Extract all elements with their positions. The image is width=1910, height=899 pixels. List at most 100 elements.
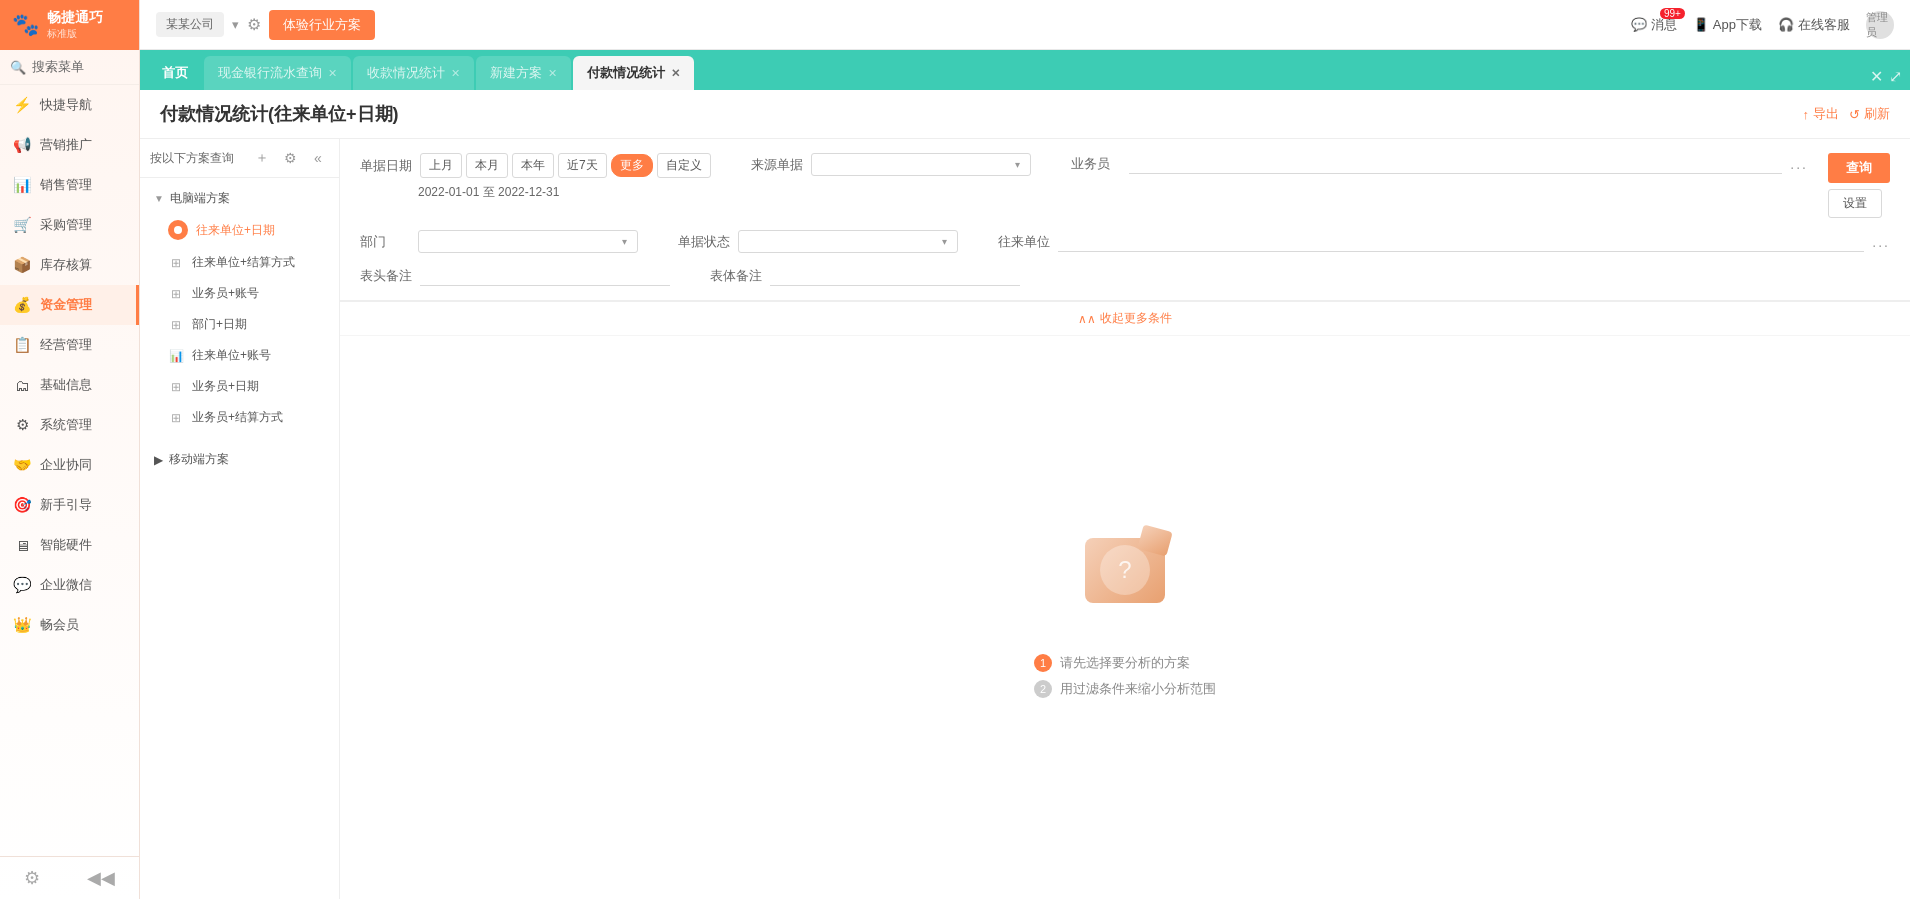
export-label: 导出 xyxy=(1813,105,1839,123)
pc-scheme-title[interactable]: ▼ 电脑端方案 xyxy=(140,184,339,213)
app-download-label: App下载 xyxy=(1713,16,1762,34)
sidebar-item-inventory[interactable]: 📦 库存核算 xyxy=(0,245,139,285)
scheme-item-unit-account-label: 往来单位+账号 xyxy=(192,347,271,364)
unit-input[interactable] xyxy=(1058,231,1864,252)
sidebar-item-operations[interactable]: 📋 经营管理 xyxy=(0,325,139,365)
unit-filter-label: 往来单位 xyxy=(998,233,1050,251)
sidebar-item-wechat[interactable]: 💬 企业微信 xyxy=(0,565,139,605)
sidebar-item-enterprise[interactable]: 🤝 企业协同 xyxy=(0,445,139,485)
tab-home-label: 首页 xyxy=(162,64,188,82)
sidebar-item-guide[interactable]: 🎯 新手引导 xyxy=(0,485,139,525)
left-panel: 按以下方案查询 ＋ ⚙ « ▼ 电脑端方案 往来单位+日期 xyxy=(140,139,340,899)
sidebar-item-system-label: 系统管理 xyxy=(40,416,92,434)
export-icon: ↑ xyxy=(1803,107,1810,122)
online-service-action[interactable]: 🎧 在线客服 xyxy=(1778,16,1850,34)
tab-payment-stats-close[interactable]: ✕ xyxy=(671,67,680,80)
body-note-input[interactable] xyxy=(770,265,1020,286)
source-select[interactable]: ▾ xyxy=(811,153,1031,176)
guide-icon: 🎯 xyxy=(12,495,32,515)
refresh-btn[interactable]: ↺ 刷新 xyxy=(1849,105,1890,123)
scheme-item-staff-settlement[interactable]: ⊞ 业务员+结算方式 xyxy=(140,402,339,433)
tab-home[interactable]: 首页 xyxy=(148,56,202,90)
user-avatar[interactable]: 管理员 xyxy=(1866,11,1894,39)
sidebar-item-hardware-label: 智能硬件 xyxy=(40,536,92,554)
scheme-item-dept-date[interactable]: ⊞ 部门+日期 xyxy=(140,309,339,340)
tabs-bar: 首页 现金银行流水查询 ✕ 收款情况统计 ✕ 新建方案 ✕ 付款情况统计 ✕ ✕… xyxy=(140,50,1910,90)
collapse-panel-btn[interactable]: « xyxy=(307,147,329,169)
sidebar-item-vip[interactable]: 👑 畅会员 xyxy=(0,605,139,645)
tab-collection-stats-close[interactable]: ✕ xyxy=(451,67,460,80)
scheme-item-staff-account[interactable]: ⊞ 业务员+账号 xyxy=(140,278,339,309)
doc-status-select-arrow: ▾ xyxy=(942,236,947,247)
message-action[interactable]: 💬 消息 99+ xyxy=(1631,16,1677,34)
dept-filter-label: 部门 xyxy=(360,233,410,251)
empty-illustration: ? xyxy=(1065,538,1185,638)
dept-select[interactable]: ▾ xyxy=(418,230,638,253)
inventory-icon: 📦 xyxy=(12,255,32,275)
sidebar-item-marketing[interactable]: 📢 营销推广 xyxy=(0,125,139,165)
export-btn[interactable]: ↑ 导出 xyxy=(1803,105,1840,123)
tab-payment-stats[interactable]: 付款情况统计 ✕ xyxy=(573,56,694,90)
scheme-item-staff-account-label: 业务员+账号 xyxy=(192,285,259,302)
date-btn-this-month[interactable]: 本月 xyxy=(466,153,508,178)
trial-btn[interactable]: 体验行业方案 xyxy=(269,10,375,40)
scheme-item-staff-date[interactable]: ⊞ 业务员+日期 xyxy=(140,371,339,402)
scheme-item-unit-account[interactable]: 📊 往来单位+账号 xyxy=(140,340,339,371)
collapse-bar[interactable]: ∧∧ 收起更多条件 xyxy=(340,301,1910,335)
scheme-settings-btn[interactable]: ⚙ xyxy=(279,147,301,169)
mobile-section-arrow: ▶ xyxy=(154,453,163,467)
date-btn-last-month[interactable]: 上月 xyxy=(420,153,462,178)
header-settings-icon[interactable]: ⚙ xyxy=(247,15,261,34)
sidebar-item-enterprise-label: 企业协同 xyxy=(40,456,92,474)
sidebar-item-sales-label: 销售管理 xyxy=(40,176,92,194)
tab-cash-flow-close[interactable]: ✕ xyxy=(328,67,337,80)
doc-status-filter-label: 单据状态 xyxy=(678,233,730,251)
sidebar-item-purchase[interactable]: 🛒 采购管理 xyxy=(0,205,139,245)
tab-collection-stats-label: 收款情况统计 xyxy=(367,64,445,82)
sidebar-item-quick-nav-label: 快捷导航 xyxy=(40,96,92,114)
settings-bottom-icon[interactable]: ⚙ xyxy=(24,867,40,889)
dept-select-arrow: ▾ xyxy=(622,236,627,247)
search-menu[interactable]: 🔍 搜索菜单 xyxy=(0,50,139,85)
empty-tip-2-text: 用过滤条件来缩小分析范围 xyxy=(1060,680,1216,698)
app-download-action[interactable]: 📱 App下载 xyxy=(1693,16,1762,34)
sidebar-item-finance[interactable]: 💰 资金管理 xyxy=(0,285,139,325)
tab-new-scheme[interactable]: 新建方案 ✕ xyxy=(476,56,571,90)
scheme-item-unit-date[interactable]: 往来单位+日期 xyxy=(140,213,339,247)
header-note-input[interactable] xyxy=(420,265,670,286)
vip-icon: 👑 xyxy=(12,615,32,635)
sidebar-item-base-info[interactable]: 🗂 基础信息 xyxy=(0,365,139,405)
table-icon-3: ⊞ xyxy=(168,317,184,333)
empty-tips: 1 请先选择要分析的方案 2 用过滤条件来缩小分析范围 xyxy=(1034,654,1216,698)
mobile-scheme-title[interactable]: ▶ 移动端方案 xyxy=(140,445,339,474)
hardware-icon: 🖥 xyxy=(12,535,32,555)
tab-new-scheme-close[interactable]: ✕ xyxy=(548,67,557,80)
company-name[interactable]: 某某公司 xyxy=(156,12,224,37)
date-btn-this-year[interactable]: 本年 xyxy=(512,153,554,178)
doc-status-select[interactable]: ▾ xyxy=(738,230,958,253)
company-dropdown-arrow[interactable]: ▾ xyxy=(232,17,239,32)
main-area: 某某公司 ▾ ⚙ 体验行业方案 💬 消息 99+ 📱 App下载 🎧 在线客服 … xyxy=(140,0,1910,899)
date-btn-last-7[interactable]: 近7天 xyxy=(558,153,607,178)
tab-collection-stats[interactable]: 收款情况统计 ✕ xyxy=(353,56,474,90)
close-all-tabs-btn[interactable]: ✕ xyxy=(1870,67,1883,86)
sidebar-item-sales[interactable]: 📊 销售管理 xyxy=(0,165,139,205)
sidebar-item-guide-label: 新手引导 xyxy=(40,496,92,514)
empty-tip-2: 2 用过滤条件来缩小分析范围 xyxy=(1034,680,1216,698)
staff-input[interactable] xyxy=(1129,153,1783,174)
staff-filter-dots[interactable]: ... xyxy=(1790,156,1808,172)
date-btn-more[interactable]: 更多 xyxy=(611,154,653,177)
query-btn[interactable]: 查询 xyxy=(1828,153,1890,183)
unit-filter-dots[interactable]: ... xyxy=(1872,234,1890,250)
tab-cash-flow[interactable]: 现金银行流水查询 ✕ xyxy=(204,56,351,90)
date-btn-custom[interactable]: 自定义 xyxy=(657,153,711,178)
add-scheme-btn[interactable]: ＋ xyxy=(251,147,273,169)
maximize-btn[interactable]: ⤢ xyxy=(1889,67,1902,86)
sidebar-item-system[interactable]: ⚙ 系统管理 xyxy=(0,405,139,445)
sidebar-item-hardware[interactable]: 🖥 智能硬件 xyxy=(0,525,139,565)
settings-filter-btn[interactable]: 设置 xyxy=(1828,189,1882,218)
date-filter-label: 单据日期 xyxy=(360,157,412,175)
scheme-item-unit-settlement[interactable]: ⊞ 往来单位+结算方式 xyxy=(140,247,339,278)
sidebar-item-quick-nav[interactable]: ⚡ 快捷导航 xyxy=(0,85,139,125)
collapse-sidebar-icon[interactable]: ◀◀ xyxy=(87,867,115,889)
